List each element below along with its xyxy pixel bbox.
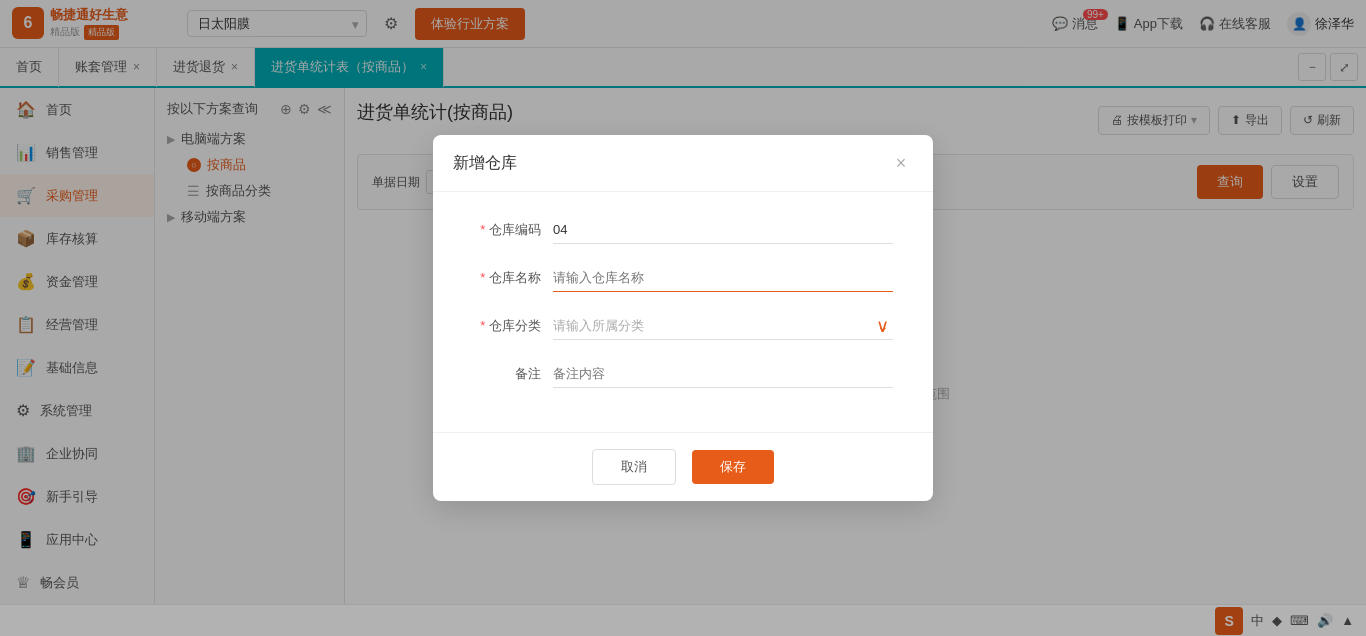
modal-close-button[interactable]: × bbox=[889, 151, 913, 175]
modal-body: 仓库编码 仓库名称 仓库分类 请输入所属分类 ⌄ ∨ bbox=[433, 192, 933, 432]
warehouse-name-input[interactable] bbox=[553, 264, 893, 292]
remark-input[interactable] bbox=[553, 360, 893, 388]
warehouse-code-input[interactable] bbox=[553, 216, 893, 244]
modal-header: 新增仓库 × bbox=[433, 135, 933, 192]
new-warehouse-modal: 新增仓库 × 仓库编码 仓库名称 仓库分类 请输入所属分类 ⌄ bbox=[433, 135, 933, 501]
remark-row: 备注 bbox=[473, 360, 893, 388]
modal-footer: 取消 保存 bbox=[433, 432, 933, 501]
warehouse-code-row: 仓库编码 bbox=[473, 216, 893, 244]
warehouse-name-row: 仓库名称 bbox=[473, 264, 893, 292]
warehouse-type-select-wrap: 请输入所属分类 ⌄ ∨ bbox=[553, 312, 893, 340]
warehouse-code-label: 仓库编码 bbox=[473, 221, 553, 239]
remark-label: 备注 bbox=[473, 365, 553, 383]
modal-title: 新增仓库 bbox=[453, 153, 517, 174]
save-button[interactable]: 保存 bbox=[692, 450, 774, 484]
modal-overlay: 新增仓库 × 仓库编码 仓库名称 仓库分类 请输入所属分类 ⌄ bbox=[0, 0, 1366, 636]
warehouse-type-label: 仓库分类 bbox=[473, 317, 553, 335]
cancel-button[interactable]: 取消 bbox=[592, 449, 676, 485]
warehouse-name-label: 仓库名称 bbox=[473, 269, 553, 287]
warehouse-type-select[interactable]: 请输入所属分类 bbox=[553, 312, 893, 340]
warehouse-type-row: 仓库分类 请输入所属分类 ⌄ ∨ bbox=[473, 312, 893, 340]
